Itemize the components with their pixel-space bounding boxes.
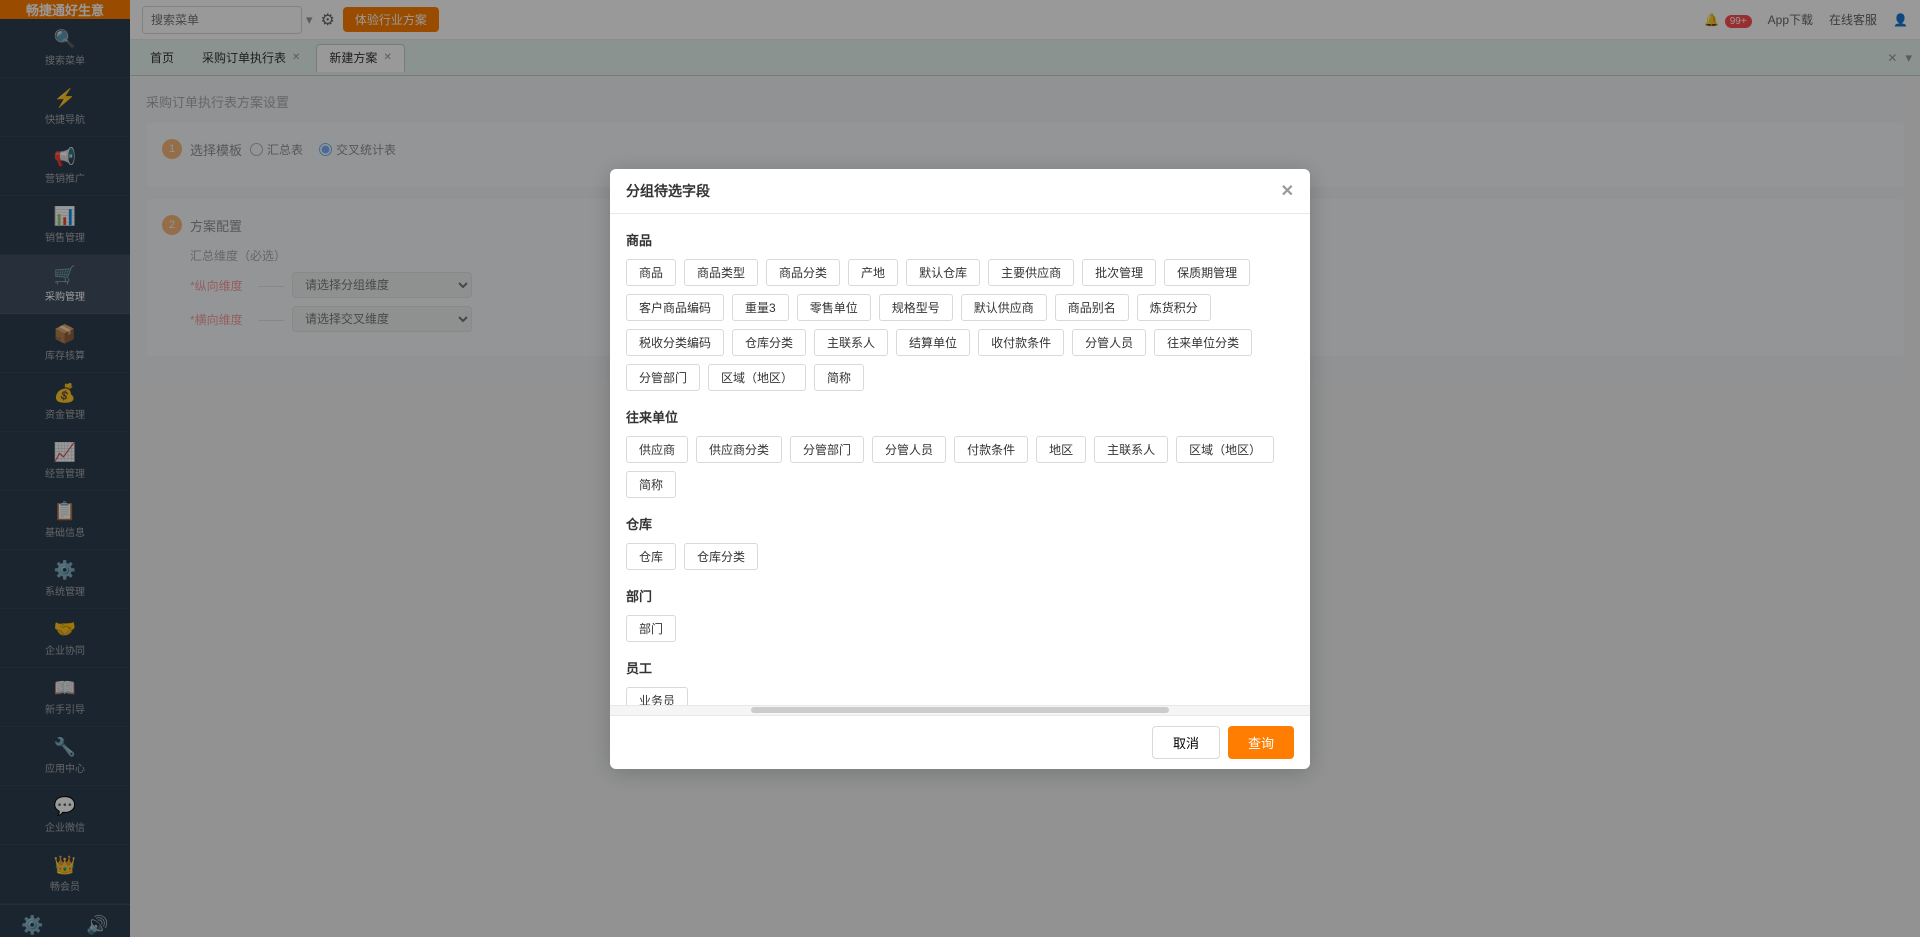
section-2: 仓库仓库仓库分类: [626, 514, 1294, 570]
field-tag-0-9[interactable]: 重量3: [732, 294, 789, 321]
section-tags-0: 商品商品类型商品分类产地默认仓库主要供应商批次管理保质期管理客户商品编码重量3 零…: [626, 259, 1294, 391]
section-3: 部门部门: [626, 586, 1294, 642]
field-tag-1-2[interactable]: 分管部门: [790, 436, 864, 463]
field-tag-3-0[interactable]: 部门: [626, 615, 676, 642]
field-tag-0-16[interactable]: 仓库分类: [732, 329, 806, 356]
section-title-4: 员工: [626, 658, 1294, 677]
section-title-1: 往来单位: [626, 407, 1294, 426]
modal-footer: 取消 查询: [610, 715, 1310, 769]
modal-title: 分组待选字段: [626, 181, 710, 201]
modal-close-btn[interactable]: ✕: [1281, 181, 1294, 201]
field-tag-2-0[interactable]: 仓库: [626, 543, 676, 570]
section-4: 员工业务员: [626, 658, 1294, 706]
field-tag-1-5[interactable]: 地区: [1036, 436, 1086, 463]
field-tag-0-8[interactable]: 客户商品编码: [626, 294, 724, 321]
field-tag-0-2[interactable]: 商品分类: [766, 259, 840, 286]
field-tag-0-22[interactable]: 分管部门: [626, 364, 700, 391]
field-tag-0-7[interactable]: 保质期管理: [1164, 259, 1250, 286]
field-tag-0-4[interactable]: 默认仓库: [906, 259, 980, 286]
field-tag-1-7[interactable]: 区域（地区）: [1176, 436, 1274, 463]
field-tag-0-15[interactable]: 税收分类编码: [626, 329, 724, 356]
section-tags-3: 部门: [626, 615, 1294, 642]
section-title-3: 部门: [626, 586, 1294, 605]
field-tag-0-17[interactable]: 主联系人: [814, 329, 888, 356]
section-tags-1: 供应商供应商分类分管部门分管人员付款条件地区主联系人区域（地区） 简称: [626, 436, 1294, 498]
field-tag-0-23[interactable]: 区域（地区）: [708, 364, 806, 391]
section-tags-4: 业务员: [626, 687, 1294, 706]
field-tag-0-19[interactable]: 收付款条件: [978, 329, 1064, 356]
modal-body: 商品商品商品类型商品分类产地默认仓库主要供应商批次管理保质期管理客户商品编码重量…: [610, 214, 1310, 706]
field-tag-0-21[interactable]: 往来单位分类: [1154, 329, 1252, 356]
field-tag-0-1[interactable]: 商品类型: [684, 259, 758, 286]
section-tags-2: 仓库仓库分类: [626, 543, 1294, 570]
field-tag-4-0[interactable]: 业务员: [626, 687, 688, 706]
modal-header: 分组待选字段 ✕: [610, 169, 1310, 214]
field-tag-1-0[interactable]: 供应商: [626, 436, 688, 463]
field-tag-1-4[interactable]: 付款条件: [954, 436, 1028, 463]
field-tag-1-3[interactable]: 分管人员: [872, 436, 946, 463]
cancel-button[interactable]: 取消: [1152, 726, 1220, 759]
field-tag-0-12[interactable]: 默认供应商: [961, 294, 1047, 321]
field-tag-0-20[interactable]: 分管人员: [1072, 329, 1146, 356]
field-tag-0-14[interactable]: 炼货积分: [1137, 294, 1211, 321]
field-tag-0-24[interactable]: 简称: [814, 364, 864, 391]
field-tag-0-11[interactable]: 规格型号: [879, 294, 953, 321]
field-tag-0-10[interactable]: 零售单位: [797, 294, 871, 321]
field-select-modal: 分组待选字段 ✕ 商品商品商品类型商品分类产地默认仓库主要供应商批次管理保质期管…: [610, 169, 1310, 769]
modal-scroll-bar[interactable]: [610, 705, 1310, 714]
field-tag-1-6[interactable]: 主联系人: [1094, 436, 1168, 463]
section-1: 往来单位供应商供应商分类分管部门分管人员付款条件地区主联系人区域（地区） 简称: [626, 407, 1294, 498]
field-tag-2-1[interactable]: 仓库分类: [684, 543, 758, 570]
field-tag-0-13[interactable]: 商品别名: [1055, 294, 1129, 321]
field-tag-0-18[interactable]: 结算单位: [896, 329, 970, 356]
field-tag-0-6[interactable]: 批次管理: [1082, 259, 1156, 286]
field-tag-0-5[interactable]: 主要供应商: [988, 259, 1074, 286]
section-title-2: 仓库: [626, 514, 1294, 533]
field-tag-1-8[interactable]: 简称: [626, 471, 676, 498]
field-tag-0-0[interactable]: 商品: [626, 259, 676, 286]
confirm-button[interactable]: 查询: [1228, 726, 1294, 759]
section-title-0: 商品: [626, 230, 1294, 249]
field-tag-1-1[interactable]: 供应商分类: [696, 436, 782, 463]
modal-overlay: 分组待选字段 ✕ 商品商品商品类型商品分类产地默认仓库主要供应商批次管理保质期管…: [0, 0, 1920, 937]
section-0: 商品商品商品类型商品分类产地默认仓库主要供应商批次管理保质期管理客户商品编码重量…: [626, 230, 1294, 391]
field-tag-0-3[interactable]: 产地: [848, 259, 898, 286]
